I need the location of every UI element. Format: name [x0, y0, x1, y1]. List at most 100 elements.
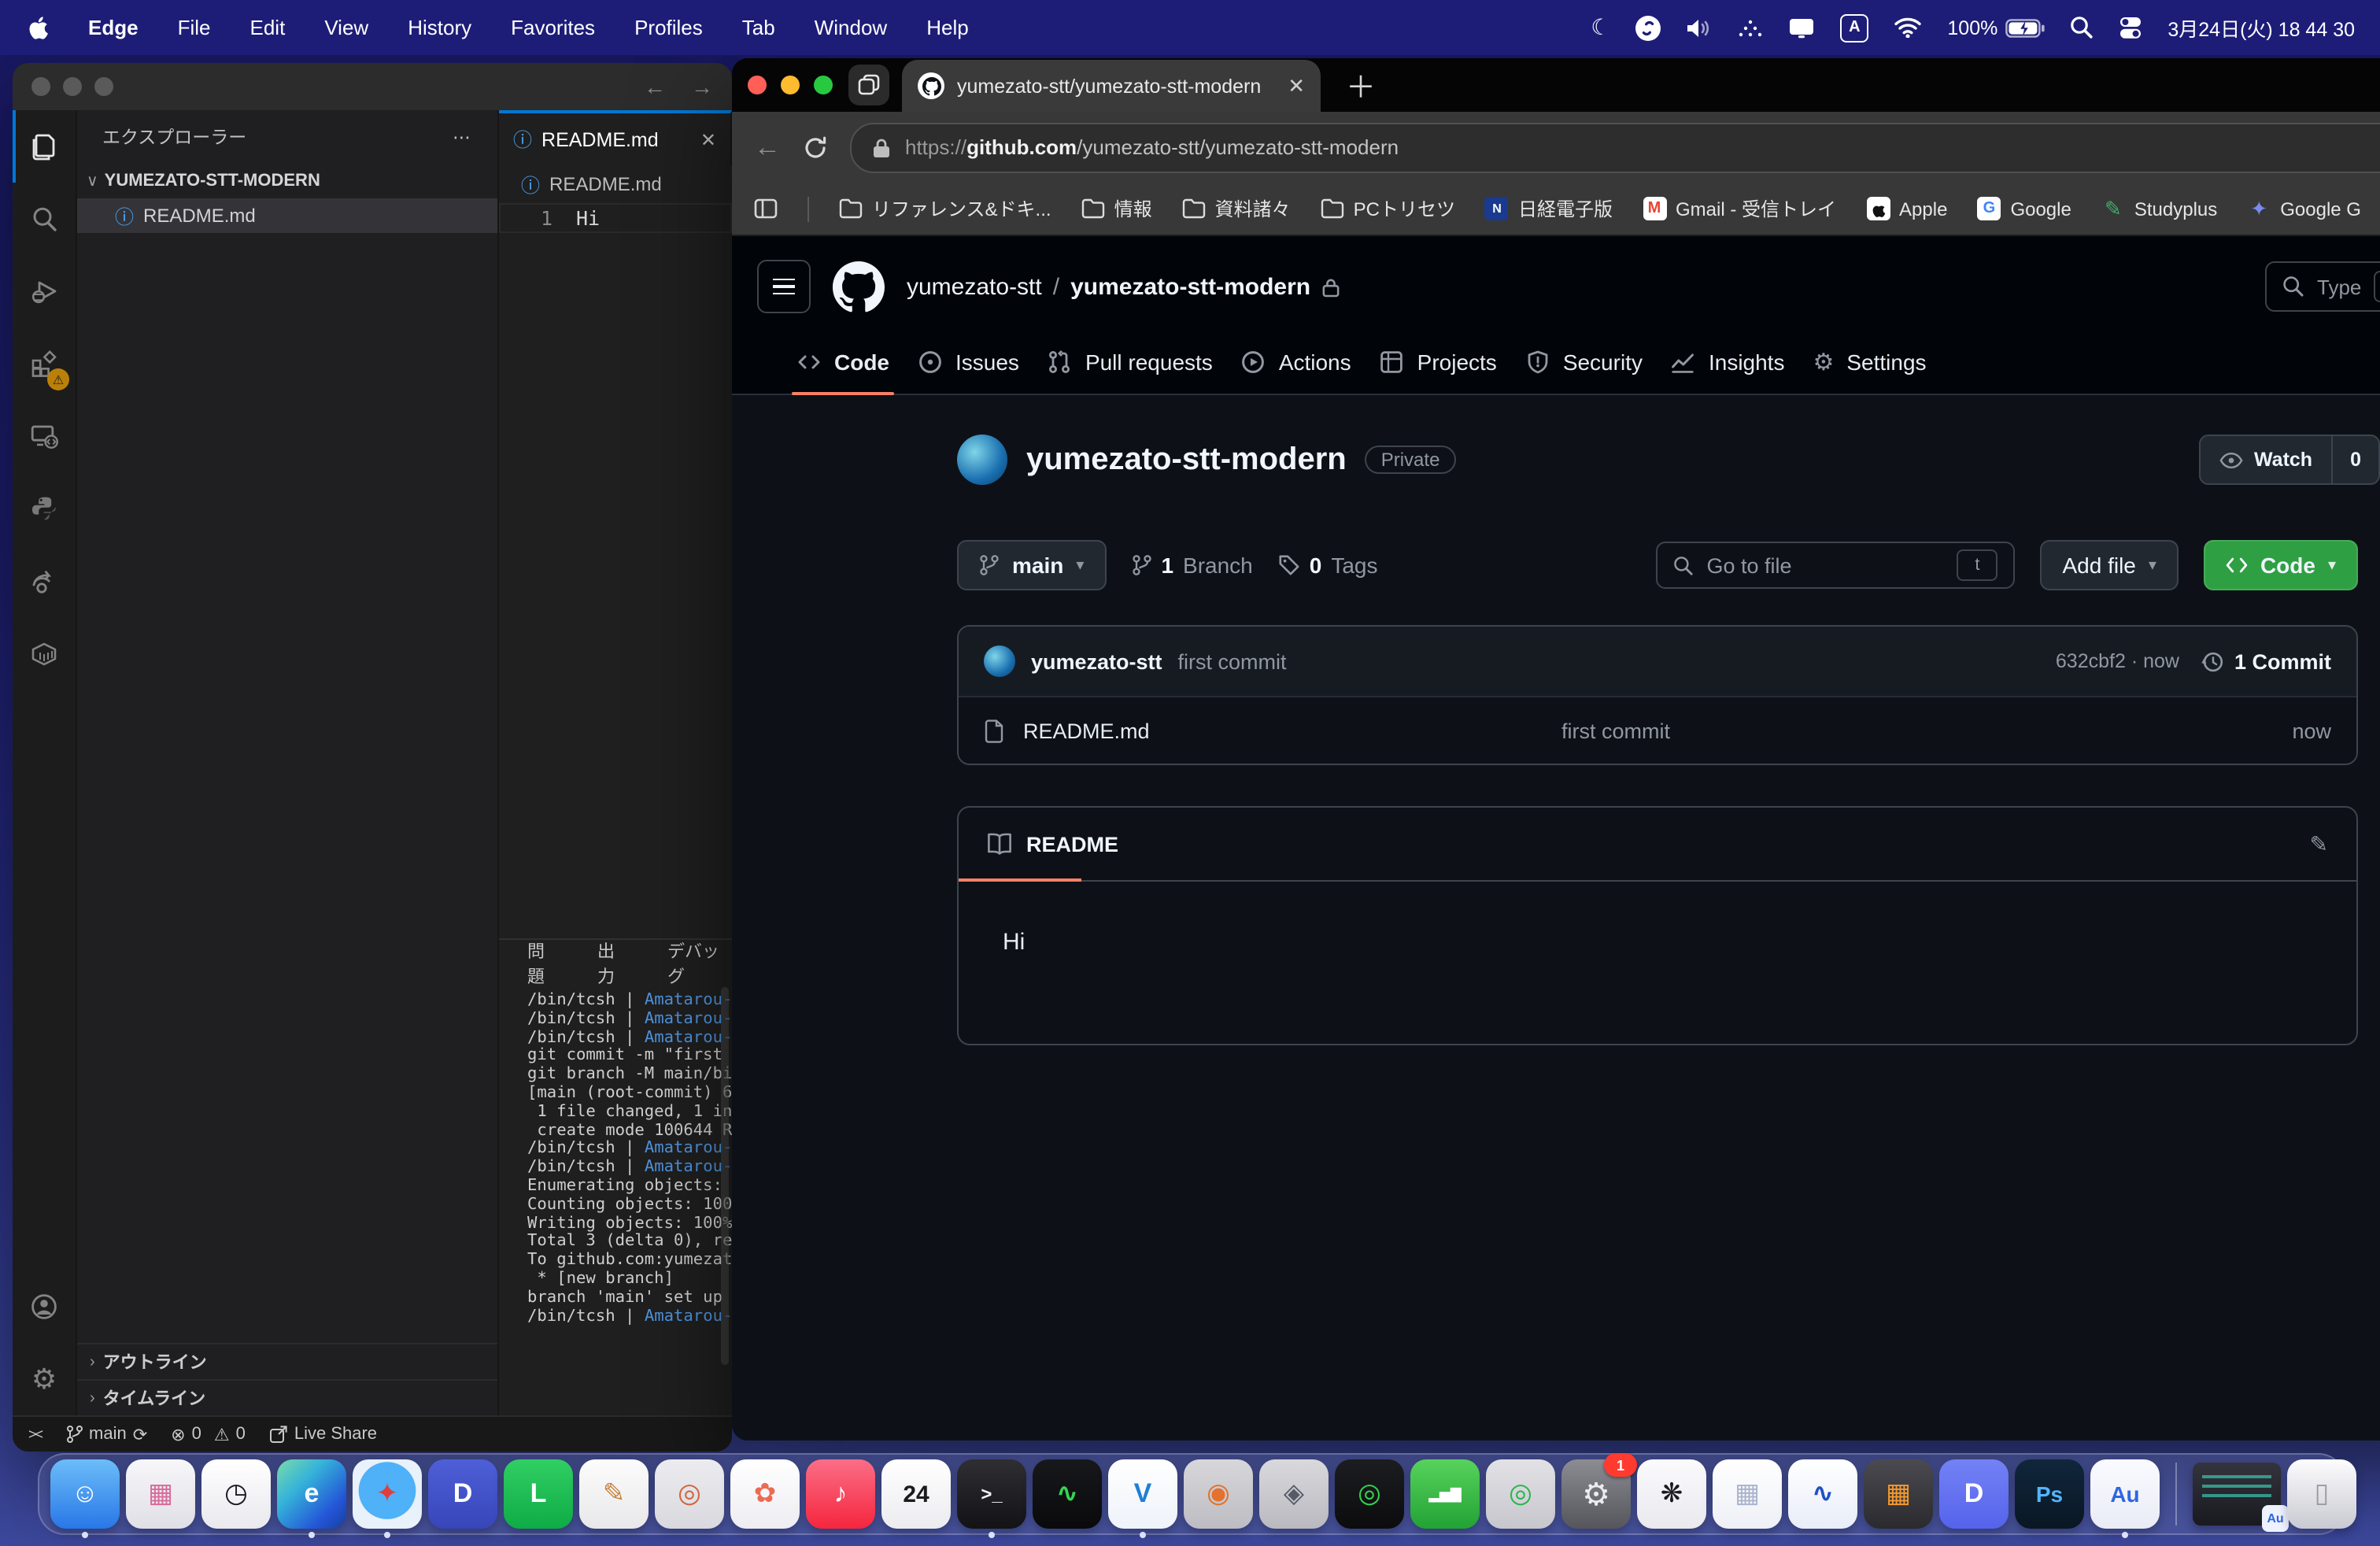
editor-breadcrumb[interactable]: ⓘ README.md: [499, 165, 732, 203]
dock-vscode-icon[interactable]: V: [1108, 1459, 1177, 1538]
menu-edit[interactable]: Edit: [250, 16, 286, 39]
remote-explorer-icon[interactable]: [13, 400, 76, 472]
browser-zoom-button[interactable]: [814, 76, 833, 94]
panel-tab-debug[interactable]: デバッグ: [667, 938, 732, 989]
menu-view[interactable]: View: [324, 16, 368, 39]
dock-clock-icon[interactable]: ◷: [201, 1459, 271, 1529]
panel-tab-problems[interactable]: 問題: [527, 938, 560, 989]
container-icon[interactable]: [13, 617, 76, 690]
repo-avatar[interactable]: [957, 435, 1007, 485]
breadcrumb-repo[interactable]: yumezato-stt-modern: [1070, 273, 1310, 300]
go-to-file-input[interactable]: Go to file t: [1656, 542, 2016, 589]
vscode-titlebar[interactable]: ← →: [13, 63, 732, 110]
remote-indicator-icon[interactable]: ><: [28, 1426, 43, 1442]
sync-icon[interactable]: ⟳: [133, 1424, 147, 1444]
battery-indicator[interactable]: 100%: [1947, 17, 2045, 39]
live-share-icon[interactable]: [13, 545, 76, 617]
dock-chatgpt-icon[interactable]: ❋: [1637, 1459, 1706, 1529]
latest-commit-row[interactable]: yumezato-stt first commit 632cbf2 · now …: [959, 627, 2356, 696]
repo-title[interactable]: yumezato-stt-modern: [1026, 442, 1347, 478]
favorite-folder-materials[interactable]: 資料諸々: [1182, 195, 1291, 222]
favorite-folder-reference[interactable]: リファレンス&ドキ...: [839, 195, 1051, 222]
dock-blueprint-icon[interactable]: ▦: [1713, 1459, 1782, 1529]
input-source-icon[interactable]: A: [1840, 13, 1869, 42]
dock-audio-meter-icon[interactable]: ∿: [1033, 1459, 1102, 1529]
dock-calculator-icon[interactable]: ▦: [1864, 1459, 1933, 1529]
tab-code[interactable]: Code: [782, 331, 904, 395]
tags-count[interactable]: 0 Tags: [1278, 553, 1378, 578]
vscode-minimize-button[interactable]: [63, 77, 82, 96]
github-search-input[interactable]: Type /: [2265, 261, 2380, 312]
dock-line-icon[interactable]: L: [504, 1459, 573, 1529]
wifi-icon[interactable]: [1894, 17, 1922, 38]
menu-favorites[interactable]: Favorites: [511, 16, 595, 39]
dock-discord-1-icon[interactable]: D: [428, 1459, 497, 1529]
dock-edge-icon[interactable]: e: [277, 1459, 346, 1538]
commit-avatar[interactable]: [984, 645, 1015, 677]
tab-issues[interactable]: Issues: [904, 331, 1033, 394]
tab-settings[interactable]: ⚙ Settings: [1798, 331, 1940, 394]
dock-launchpad-icon[interactable]: ▦: [126, 1459, 195, 1529]
menu-history[interactable]: History: [408, 16, 471, 39]
edit-readme-icon[interactable]: ✎: [2310, 830, 2328, 857]
outline-section[interactable]: › アウトライン: [77, 1343, 497, 1379]
tab-projects[interactable]: Projects: [1366, 331, 1511, 394]
tab-close-icon[interactable]: ✕: [1288, 73, 1305, 98]
github-logo[interactable]: [833, 261, 885, 313]
code-button[interactable]: Code ▾: [2203, 540, 2358, 590]
favorite-gmail[interactable]: M Gmail - 受信トレイ: [1643, 195, 1836, 222]
dock-settings-icon[interactable]: ⚙ 1: [1561, 1453, 1637, 1529]
commit-author[interactable]: yumezato-stt: [1031, 649, 1162, 673]
problems-status[interactable]: ⊗ 0 ⚠ 0: [171, 1424, 246, 1444]
browser-close-button[interactable]: [748, 76, 767, 94]
dock-radar-icon[interactable]: ◎: [1486, 1459, 1555, 1529]
workspaces-icon[interactable]: [848, 65, 889, 105]
sidebar-toggle-icon[interactable]: [754, 197, 778, 220]
account-icon[interactable]: [13, 1270, 76, 1343]
dock-photos-icon[interactable]: ✿: [730, 1459, 800, 1529]
file-row-readme[interactable]: README.md first commit now: [959, 696, 2356, 764]
sidebar-file-readme[interactable]: ⓘ README.md: [77, 198, 497, 233]
explorer-more-icon[interactable]: ⋯: [453, 126, 472, 148]
address-bar[interactable]: https://github.com/yumezato-stt/yumezato…: [850, 122, 2380, 172]
favorite-google-gemini[interactable]: ✦ Google G: [2247, 196, 2361, 220]
dock-finder-icon[interactable]: ☺: [50, 1459, 120, 1538]
menubar-clock[interactable]: 3月24日(火) 18 44 30: [2168, 13, 2355, 43]
menu-app-name[interactable]: Edge: [88, 16, 139, 39]
run-debug-icon[interactable]: [13, 255, 76, 327]
browser-tab-github[interactable]: yumezato-stt/yumezato-stt-modern ✕: [902, 60, 1321, 112]
commit-message[interactable]: first commit: [1178, 649, 1287, 673]
branch-selector-button[interactable]: main ▾: [957, 540, 1107, 590]
vscode-forward-icon[interactable]: →: [691, 74, 713, 99]
menu-extra-icon[interactable]: ☾: [1591, 14, 1610, 41]
project-root-folder[interactable]: ∨ YUMEZATO-STT-MODERN: [77, 164, 497, 198]
volume-icon[interactable]: [1686, 17, 1713, 39]
tab-pull-requests[interactable]: Pull requests: [1033, 331, 1227, 394]
dock-terminal-icon[interactable]: >_: [957, 1459, 1026, 1538]
editor-code-area[interactable]: 1 Hi: [499, 203, 732, 938]
panel-tab-output[interactable]: 出力: [597, 938, 630, 989]
control-center-icon[interactable]: [2119, 16, 2142, 39]
timeline-section[interactable]: › タイムライン: [77, 1379, 497, 1415]
dock-trash-icon[interactable]: ▯: [2287, 1459, 2356, 1529]
readme-tab-header[interactable]: README ✎: [959, 808, 2356, 882]
branches-count[interactable]: 1 Branch: [1131, 553, 1253, 578]
apple-menu-icon[interactable]: [25, 14, 49, 41]
favorite-google[interactable]: G Google: [1977, 197, 2071, 220]
dock-matlab-wave-icon[interactable]: ∿: [1788, 1459, 1857, 1529]
dock-audition-icon[interactable]: Au: [2090, 1459, 2160, 1538]
github-menu-icon[interactable]: [757, 260, 811, 313]
dock-safari-icon[interactable]: ✦: [353, 1459, 422, 1538]
python-icon[interactable]: [13, 472, 76, 545]
terminal-scrollbar[interactable]: [721, 987, 729, 1365]
tab-security[interactable]: Security: [1511, 331, 1657, 394]
breadcrumb-owner[interactable]: yumezato-stt: [907, 273, 1042, 300]
commit-sha-time[interactable]: 632cbf2 · now: [2056, 650, 2179, 672]
vscode-close-button[interactable]: [31, 77, 50, 96]
new-tab-icon[interactable]: ＋: [1346, 64, 1376, 106]
editor-tab-readme[interactable]: ⓘ README.md ✕: [499, 110, 732, 165]
favorite-folder-pc-manual[interactable]: PCトリセツ: [1321, 195, 1455, 222]
tab-insights[interactable]: Insights: [1657, 331, 1799, 394]
live-share-status[interactable]: Live Share: [269, 1425, 377, 1444]
favorite-folder-info[interactable]: 情報: [1081, 195, 1152, 222]
